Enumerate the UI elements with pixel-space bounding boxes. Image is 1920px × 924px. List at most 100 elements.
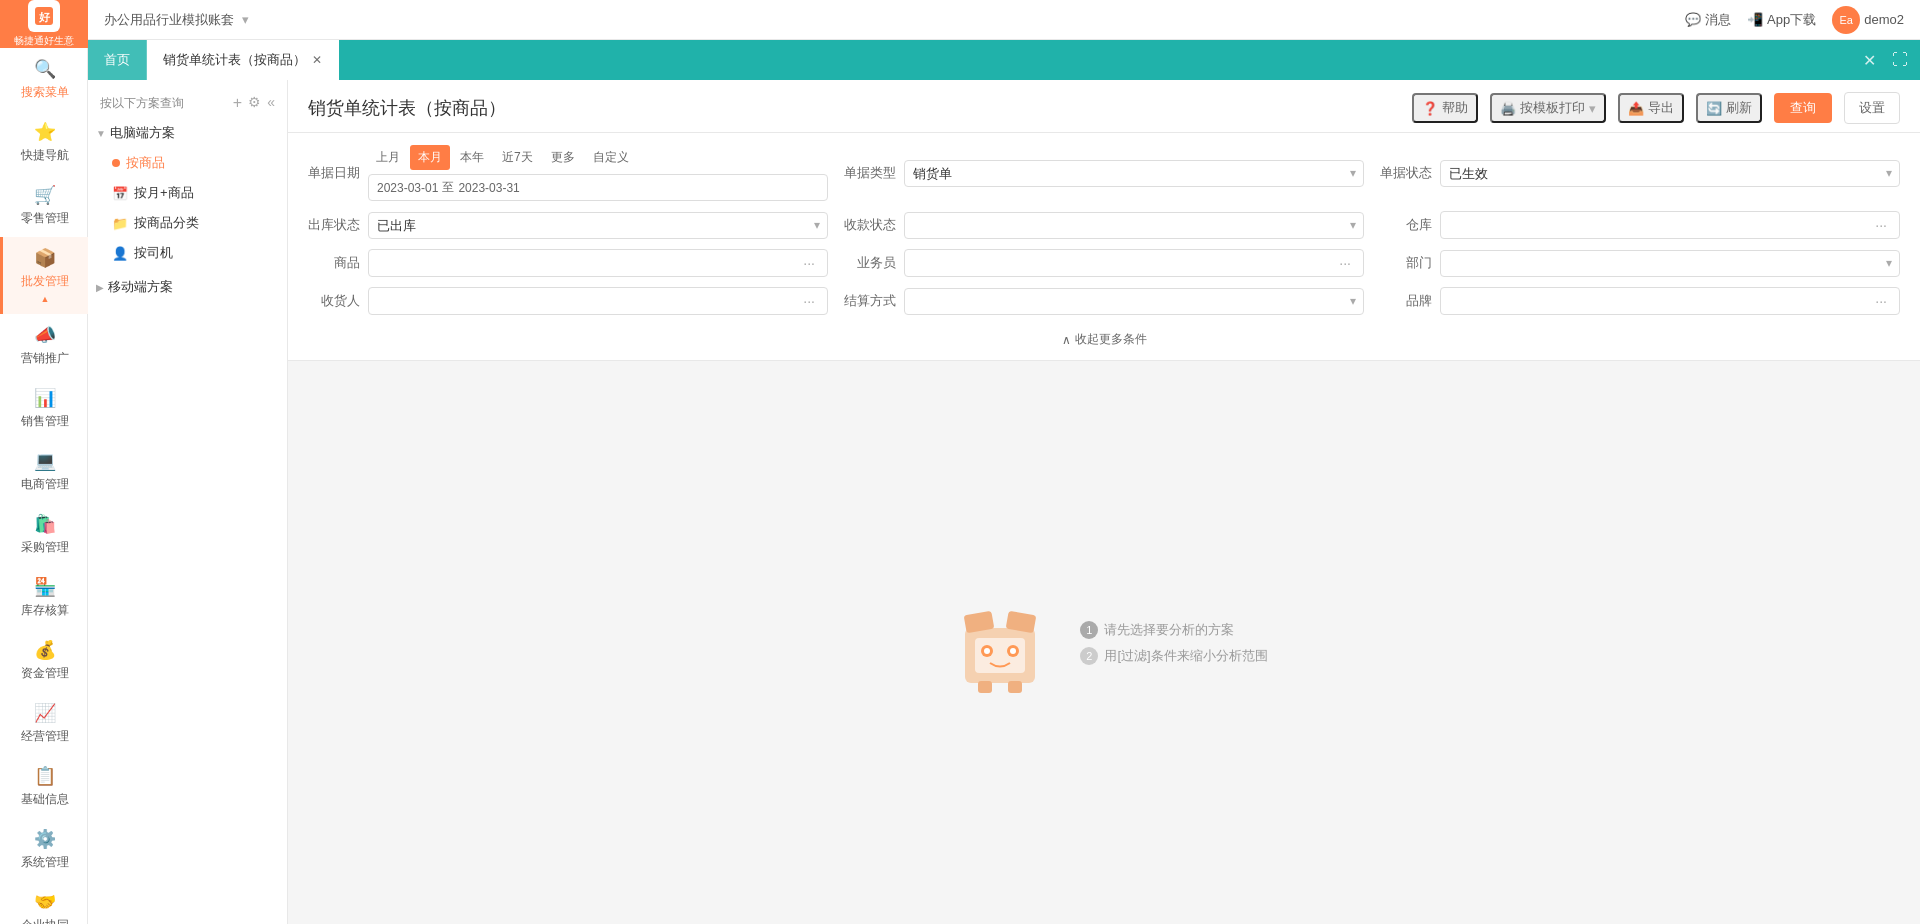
left-panel-header: 按以下方案查询 + ⚙ «	[88, 88, 287, 118]
mobile-section-header[interactable]: ▶ 移动端方案	[88, 272, 287, 302]
warehouse-dots-btn[interactable]: ···	[1871, 217, 1891, 233]
tab-home-label: 首页	[104, 51, 130, 69]
date-tab-7days[interactable]: 近7天	[494, 145, 541, 170]
pc-section-children: 按商品 📅 按月+商品 📁 按商品分类 👤 按司机	[88, 148, 287, 268]
salesperson-dots-btn[interactable]: ···	[1335, 255, 1355, 271]
page-actions: ❓ 帮助 🖨️ 按模板打印 ▾ 📤 导出 🔄 刷新	[1412, 92, 1900, 124]
breadcrumb-area: 办公用品行业模拟账套 ▾	[104, 11, 249, 29]
sidebar-item-label: 采购管理	[21, 539, 69, 556]
tree-item-label: 按月+商品	[134, 184, 194, 202]
sidebar-item-sys-mgmt[interactable]: ⚙️ 系统管理	[0, 818, 88, 881]
sidebar-item-retail[interactable]: 🛒 零售管理	[0, 174, 88, 237]
filter-warehouse-col: 仓库 ···	[1380, 211, 1900, 239]
payment-method-select-wrapper	[904, 288, 1364, 315]
query-btn[interactable]: 查询	[1774, 93, 1832, 123]
tree-item-by-goods[interactable]: 按商品	[96, 148, 287, 178]
payment-method-select[interactable]	[904, 288, 1364, 315]
sidebar-item-ecommerce[interactable]: 💻 电商管理	[0, 440, 88, 503]
receiver-dots-btn[interactable]: ···	[799, 293, 819, 309]
pc-section-arrow: ▼	[96, 128, 106, 139]
sidebar-item-basic-info[interactable]: 📋 基础信息	[0, 755, 88, 818]
app-download-btn[interactable]: 📲 App下载	[1747, 11, 1816, 29]
refresh-icon: 🔄	[1706, 101, 1722, 116]
download-icon: 📲	[1747, 12, 1763, 27]
date-tab-last-month[interactable]: 上月	[368, 145, 408, 170]
payment-status-select[interactable]	[904, 212, 1364, 239]
status-select[interactable]: 已生效	[1440, 160, 1900, 187]
settings-btn[interactable]: 设置	[1844, 92, 1900, 124]
export-btn[interactable]: 📤 导出	[1618, 93, 1684, 123]
sidebar-item-label: 销售管理	[21, 413, 69, 430]
left-panel-icons: + ⚙ «	[233, 94, 275, 112]
tree-item-label: 按商品	[126, 154, 165, 172]
department-select[interactable]	[1440, 250, 1900, 277]
sidebar-item-enterprise[interactable]: 🤝 企业协同	[0, 881, 88, 924]
tree-item-by-month-goods[interactable]: 📅 按月+商品	[96, 178, 287, 208]
filter-row-3: 商品 ··· 业务员 ··· 部门	[308, 249, 1900, 277]
pc-section-header[interactable]: ▼ 电脑端方案	[88, 118, 287, 148]
filter-receiver-col: 收货人 ···	[308, 287, 828, 315]
chart-icon: 📊	[34, 387, 56, 409]
receiver-label: 收货人	[308, 292, 368, 310]
date-tab-custom[interactable]: 自定义	[585, 145, 637, 170]
refresh-btn[interactable]: 🔄 刷新	[1696, 93, 1762, 123]
date-tab-more[interactable]: 更多	[543, 145, 583, 170]
warehouse-status-select[interactable]: 已出库	[368, 212, 828, 239]
tab-close-window-btn[interactable]: ✕	[1859, 47, 1880, 74]
brand-dots-btn[interactable]: ···	[1871, 293, 1891, 309]
tree-item-by-cashier[interactable]: 👤 按司机	[96, 238, 287, 268]
sidebar-item-marketing[interactable]: 📣 营销推广	[0, 314, 88, 377]
type-select[interactable]: 销货单	[904, 160, 1364, 187]
empty-text-area: 1 请先选择要分析的方案 2 用[过滤]条件来缩小分析范围	[1080, 621, 1267, 665]
date-label: 单据日期	[308, 164, 368, 182]
svg-point-8	[984, 648, 990, 654]
collapse-panel-btn[interactable]: «	[267, 94, 275, 112]
box-icon: 📦	[34, 247, 56, 269]
payment-status-label: 收款状态	[844, 216, 904, 234]
clipboard-icon: 📋	[34, 765, 56, 787]
calendar-icon: 📅	[112, 186, 128, 201]
avatar: Ea	[1832, 6, 1860, 34]
help-btn[interactable]: ❓ 帮助	[1412, 93, 1478, 123]
add-scheme-btn[interactable]: +	[233, 94, 242, 112]
sidebar-item-label: 电商管理	[21, 476, 69, 493]
laptop-icon: 💻	[34, 450, 56, 472]
tab-close-icon[interactable]: ✕	[312, 53, 322, 67]
message-btn[interactable]: 💬 消息	[1685, 11, 1731, 29]
sidebar-item-search[interactable]: 🔍 搜索菜单	[0, 48, 88, 111]
tab-sales-stat[interactable]: 销货单统计表（按商品） ✕	[147, 40, 339, 80]
date-tab-this-year[interactable]: 本年	[452, 145, 492, 170]
date-tab-this-month[interactable]: 本月	[410, 145, 450, 170]
search-icon: 🔍	[34, 58, 56, 80]
print-arrow-icon: ▾	[1589, 101, 1596, 116]
sidebar: 好 畅捷通好生意 🔍 搜索菜单 ⭐ 快捷导航 🛒 零售管理 📦 批发管理 ▲ 📣…	[0, 0, 88, 924]
step2-text: 用[过滤]条件来缩小分析范围	[1104, 647, 1267, 665]
collapse-bar[interactable]: ∧ 收起更多条件	[308, 325, 1900, 348]
tab-maximize-btn[interactable]: ⛶	[1888, 47, 1912, 73]
sidebar-logo[interactable]: 好 畅捷通好生意	[0, 0, 88, 48]
tree-item-by-category[interactable]: 📁 按商品分类	[96, 208, 287, 238]
step1-circle: 1	[1080, 621, 1098, 639]
page-header: 销货单统计表（按商品） ❓ 帮助 🖨️ 按模板打印 ▾ 📤 导出	[288, 80, 1920, 133]
app-download-label: App下载	[1767, 11, 1816, 29]
sidebar-item-quick-nav[interactable]: ⭐ 快捷导航	[0, 111, 88, 174]
template-print-btn[interactable]: 🖨️ 按模板打印 ▾	[1490, 93, 1606, 123]
date-range[interactable]: 2023-03-01 至 2023-03-31	[368, 174, 828, 201]
content-wrapper: 按以下方案查询 + ⚙ « ▼ 电脑端方案 按商品 📅 按月+	[88, 80, 1920, 924]
sidebar-item-operation[interactable]: 📈 经营管理	[0, 692, 88, 755]
sidebar-item-finance[interactable]: 💰 资金管理	[0, 629, 88, 692]
breadcrumb-dropdown-icon[interactable]: ▾	[242, 12, 249, 27]
sidebar-item-inventory[interactable]: 🏪 库存核算	[0, 566, 88, 629]
sidebar-item-label: 营销推广	[21, 350, 69, 367]
sidebar-item-wholesale[interactable]: 📦 批发管理 ▲	[0, 237, 88, 314]
status-label: 单据状态	[1380, 164, 1440, 182]
sidebar-item-sales-mgmt[interactable]: 📊 销售管理	[0, 377, 88, 440]
step2-circle: 2	[1080, 647, 1098, 665]
warehouse-label: 仓库	[1380, 216, 1440, 234]
goods-dots-btn[interactable]: ···	[799, 255, 819, 271]
svg-rect-10	[978, 681, 992, 693]
settings-scheme-btn[interactable]: ⚙	[248, 94, 261, 112]
tab-home[interactable]: 首页	[88, 40, 147, 80]
user-info[interactable]: Ea demo2	[1832, 6, 1904, 34]
sidebar-item-purchase[interactable]: 🛍️ 采购管理	[0, 503, 88, 566]
